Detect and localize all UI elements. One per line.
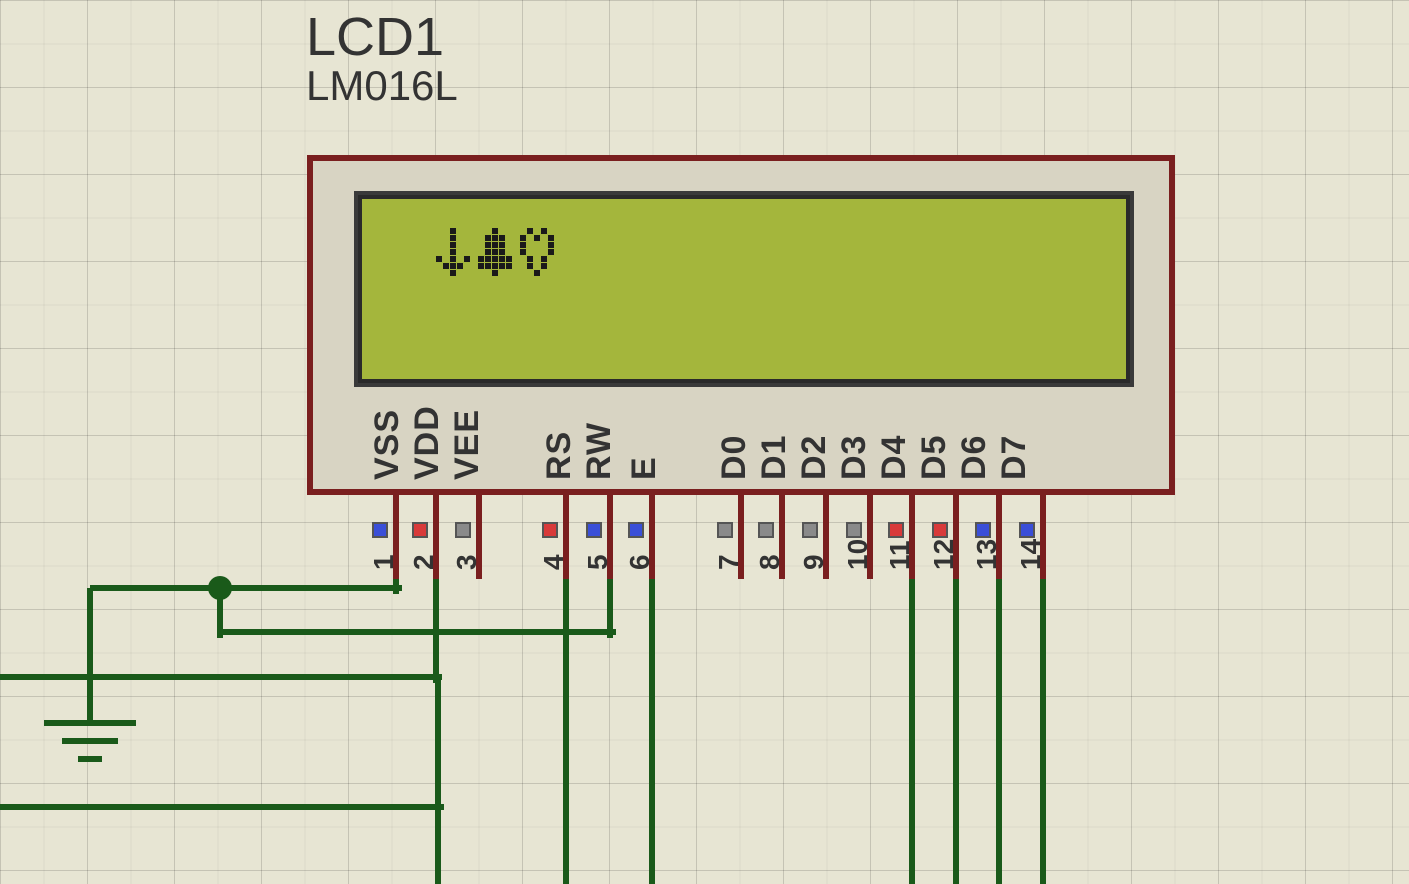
- pin-number-12: 12: [928, 539, 960, 570]
- lcd-display-content: [436, 228, 555, 284]
- wire-d6-down: [996, 579, 1002, 884]
- wire-bottom-left: [0, 804, 444, 810]
- pin-state-indicator-6: [628, 522, 644, 538]
- pin-label-d0: D0: [715, 435, 754, 480]
- pin-state-indicator-3: [455, 522, 471, 538]
- pin-state-indicator-10: [846, 522, 862, 538]
- pin-label-d2: D2: [795, 435, 834, 480]
- ground-bar-1: [62, 738, 118, 744]
- pin-number-11: 11: [884, 540, 916, 570]
- pin-state-indicator-9: [802, 522, 818, 538]
- pin-state-indicator-14: [1019, 522, 1035, 538]
- pin-state-indicator-13: [975, 522, 991, 538]
- pin-label-d4: D4: [875, 435, 914, 480]
- pin-number-7: 7: [713, 554, 745, 570]
- component-ref: LCD1: [306, 6, 444, 68]
- pin-label-vss: VSS: [368, 409, 407, 480]
- pin-state-indicator-4: [542, 522, 558, 538]
- pin-label-e: E: [625, 456, 664, 480]
- wire-gnd-down: [87, 588, 93, 726]
- wire-e-down: [649, 579, 655, 884]
- pin-label-rw: RW: [580, 422, 619, 480]
- pin-state-indicator-5: [586, 522, 602, 538]
- pin-state-indicator-2: [412, 522, 428, 538]
- lcd-component[interactable]: VSSVDDVEE RSRWE D0D1D2D3D4D5D6D7: [307, 155, 1175, 495]
- pin-number-5: 5: [582, 554, 614, 570]
- pin-state-indicator-11: [888, 522, 904, 538]
- pin-number-9: 9: [798, 554, 830, 570]
- pin-state-indicator-12: [932, 522, 948, 538]
- wire-d7-down: [1040, 579, 1046, 884]
- pin-state-indicator-1: [372, 522, 388, 538]
- lcd-char-arrow-down-icon: [436, 228, 471, 284]
- wire-rs-down: [563, 579, 569, 884]
- pin-label-d5: D5: [915, 435, 954, 480]
- lcd-char-heart-icon: [520, 228, 555, 284]
- lcd-char-bell-icon: [478, 228, 513, 284]
- pin-label-vee: VEE: [448, 409, 487, 480]
- pin-number-1: 1: [368, 554, 400, 570]
- pin-number-14: 14: [1015, 539, 1047, 570]
- schematic-canvas[interactable]: LCD1 LM016L VSSVDDVEE RSRWE D0D1D2D3D4D5D6…: [0, 0, 1409, 884]
- wire-d4-down: [909, 579, 915, 884]
- pin-label-d1: D1: [755, 435, 794, 480]
- pin-label-d6: D6: [955, 435, 994, 480]
- pin-number-2: 2: [408, 554, 440, 570]
- ground-bar-2: [78, 756, 102, 762]
- wire-vdd-branch-down: [435, 677, 441, 884]
- pin-label-vdd: VDD: [408, 405, 447, 480]
- pin-number-3: 3: [451, 554, 483, 570]
- pin-number-4: 4: [538, 554, 570, 570]
- wire-rw-up: [217, 588, 223, 638]
- component-part: LM016L: [306, 62, 458, 110]
- wire-d5-down: [953, 579, 959, 884]
- pin-label-d3: D3: [835, 435, 874, 480]
- pin-number-10: 10: [842, 539, 874, 570]
- wire-rw-left: [220, 629, 616, 635]
- ground-bar-0: [44, 720, 136, 726]
- wire-gnd-rail: [90, 585, 402, 591]
- pin-number-8: 8: [754, 554, 786, 570]
- pin-label-rs: RS: [540, 431, 579, 480]
- pin-number-13: 13: [971, 539, 1003, 570]
- pin-number-6: 6: [624, 554, 656, 570]
- pin-state-indicator-7: [717, 522, 733, 538]
- wire-vdd-drop: [433, 579, 439, 683]
- wire-vdd-left: [0, 674, 442, 680]
- lcd-screen: [354, 191, 1134, 387]
- pin-state-indicator-8: [758, 522, 774, 538]
- pin-label-d7: D7: [995, 435, 1034, 480]
